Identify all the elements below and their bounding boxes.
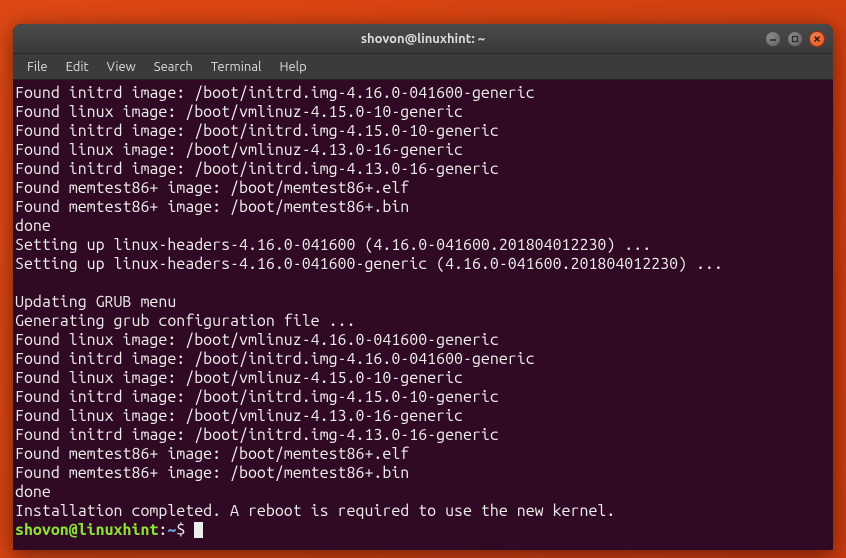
window-controls — [765, 31, 825, 47]
cursor-icon — [194, 522, 203, 538]
menubar: File Edit View Search Terminal Help — [13, 54, 833, 80]
output-line: Found initrd image: /boot/initrd.img-4.1… — [15, 388, 499, 406]
output-line: done — [15, 217, 51, 235]
output-line: Setting up linux-headers-4.16.0-041600-g… — [15, 255, 723, 273]
prompt-path: ~ — [167, 521, 176, 539]
output-line: Found initrd image: /boot/initrd.img-4.1… — [15, 160, 499, 178]
output-line: Found linux image: /boot/vmlinuz-4.13.0-… — [15, 141, 463, 159]
output-line: Generating grub configuration file ... — [15, 312, 355, 330]
output-line: Found linux image: /boot/vmlinuz-4.13.0-… — [15, 407, 463, 425]
window-title: shovon@linuxhint: ~ — [361, 32, 485, 46]
output-line: Found memtest86+ image: /boot/memtest86+… — [15, 464, 409, 482]
output-line: Found initrd image: /boot/initrd.img-4.1… — [15, 426, 499, 444]
output-line: Found linux image: /boot/vmlinuz-4.15.0-… — [15, 103, 463, 121]
terminal-output[interactable]: Found initrd image: /boot/initrd.img-4.1… — [13, 80, 833, 550]
menu-terminal[interactable]: Terminal — [203, 57, 270, 77]
prompt-user-host: shovon@linuxhint — [15, 521, 158, 539]
output-line: Found linux image: /boot/vmlinuz-4.16.0-… — [15, 331, 499, 349]
output-line: Found memtest86+ image: /boot/memtest86+… — [15, 445, 409, 463]
terminal-window: shovon@linuxhint: ~ File Edit View Searc… — [13, 24, 833, 550]
output-line: Installation completed. A reboot is requ… — [15, 502, 615, 520]
titlebar[interactable]: shovon@linuxhint: ~ — [13, 24, 833, 54]
menu-edit[interactable]: Edit — [58, 57, 97, 77]
output-line: Found linux image: /boot/vmlinuz-4.15.0-… — [15, 369, 463, 387]
prompt-colon: : — [158, 521, 167, 539]
menu-file[interactable]: File — [19, 57, 56, 77]
output-line: Found memtest86+ image: /boot/memtest86+… — [15, 198, 409, 216]
output-line: Updating GRUB menu — [15, 293, 176, 311]
close-button[interactable] — [809, 31, 825, 47]
output-line: Found initrd image: /boot/initrd.img-4.1… — [15, 350, 535, 368]
output-line: Found memtest86+ image: /boot/memtest86+… — [15, 179, 409, 197]
output-line: Found initrd image: /boot/initrd.img-4.1… — [15, 122, 499, 140]
output-line: Setting up linux-headers-4.16.0-041600 (… — [15, 236, 651, 254]
output-line: Found initrd image: /boot/initrd.img-4.1… — [15, 84, 535, 102]
menu-search[interactable]: Search — [146, 57, 201, 77]
maximize-button[interactable] — [787, 31, 803, 47]
minimize-button[interactable] — [765, 31, 781, 47]
output-line: done — [15, 483, 51, 501]
prompt-symbol: $ — [176, 521, 194, 539]
menu-help[interactable]: Help — [271, 57, 314, 77]
menu-view[interactable]: View — [99, 57, 144, 77]
